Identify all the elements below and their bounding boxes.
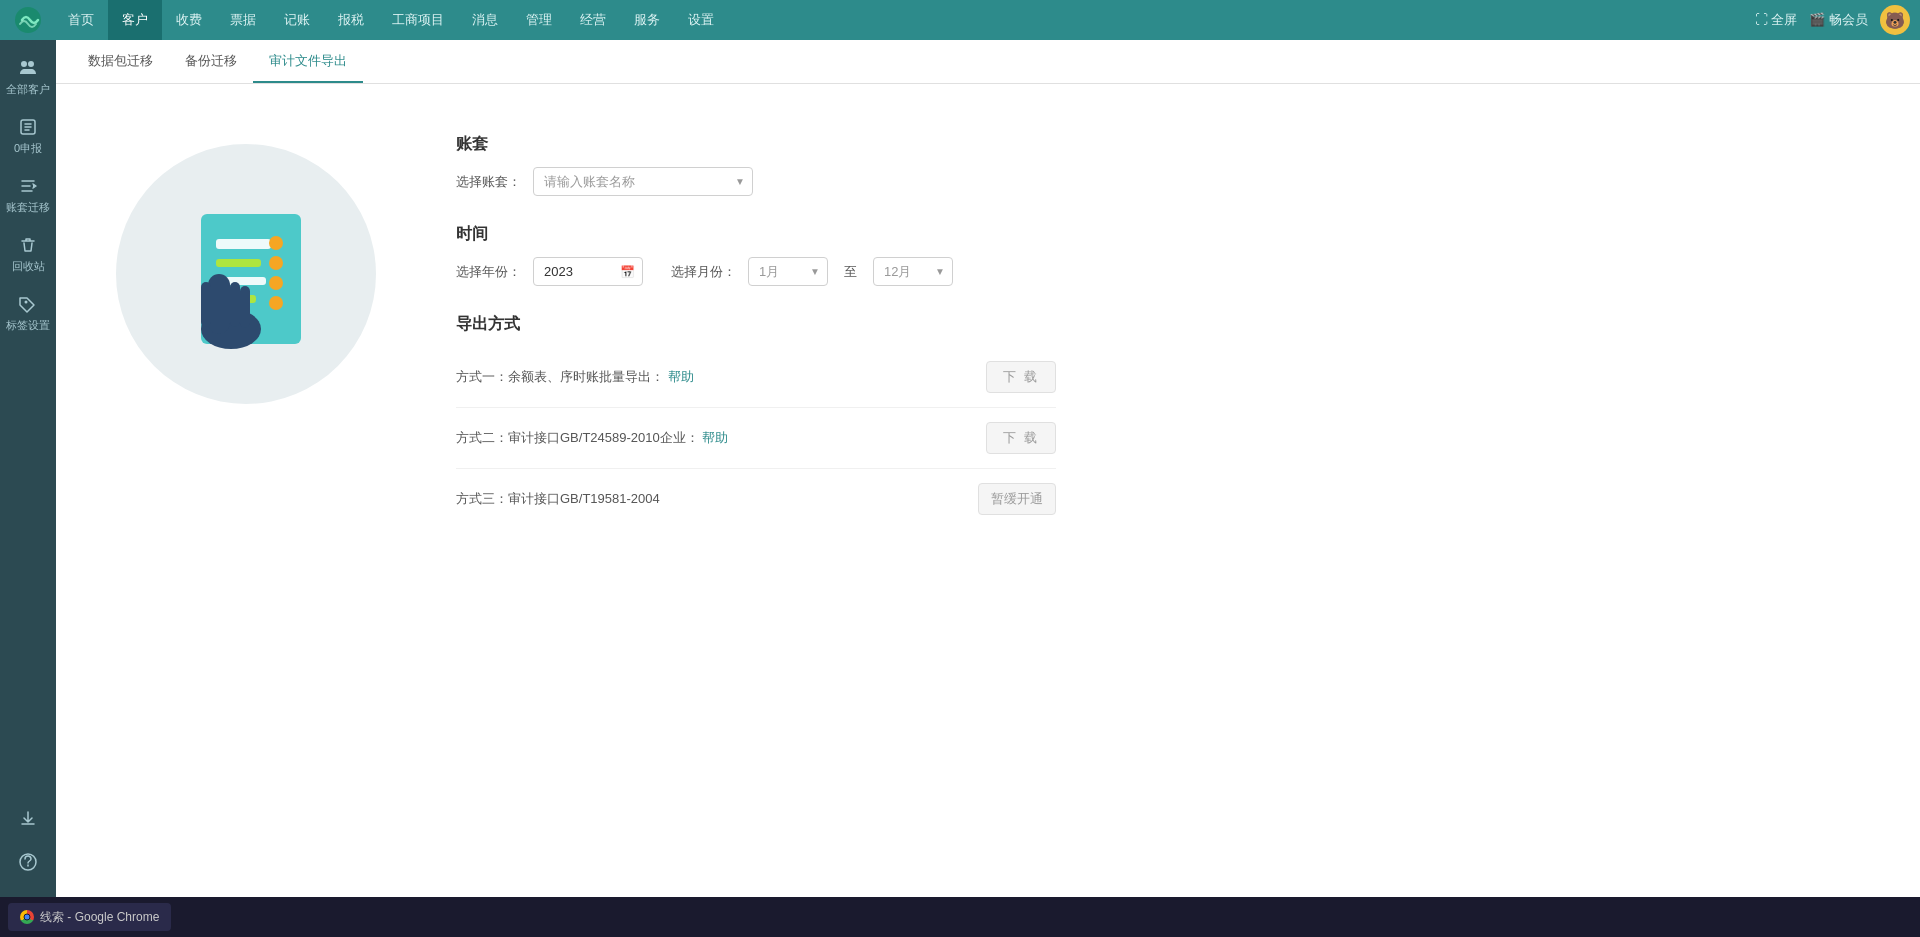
taskbar-chrome-label: 线索 - Google Chrome (40, 909, 159, 926)
avatar[interactable]: 🐻 (1880, 5, 1910, 35)
tab-backup-migrate[interactable]: 备份迁移 (169, 40, 253, 83)
nav-settings[interactable]: 设置 (674, 0, 728, 40)
nav-message[interactable]: 消息 (458, 0, 512, 40)
sidebar-download-icon[interactable] (12, 803, 44, 838)
sidebar-label-all-customers: 全部客户 (6, 82, 50, 97)
form-area: 账套 选择账套： 请输入账套名称 ▼ 时间 (456, 124, 1056, 529)
top-nav-right: ⛶ 全屏 🎬 畅会员 🐻 (1755, 5, 1910, 35)
export-title: 导出方式 (456, 314, 1056, 335)
svg-rect-14 (208, 274, 230, 334)
nav-service[interactable]: 服务 (620, 0, 674, 40)
export-method-1: 方式一：余额表、序时账批量导出： 帮助 下 载 (456, 347, 1056, 408)
account-section: 账套 选择账套： 请输入账套名称 ▼ (456, 134, 1056, 196)
method-2-description: 方式二：审计接口GB/T24589-2010企业： (456, 430, 699, 445)
tab-audit-export[interactable]: 审计文件导出 (253, 40, 363, 83)
taskbar: 线索 - Google Chrome (0, 897, 1920, 937)
nav-tax[interactable]: 报税 (324, 0, 378, 40)
svg-rect-15 (201, 282, 211, 327)
illustration-area (116, 124, 376, 404)
chrome-icon (20, 910, 34, 924)
tab-data-migrate[interactable]: 数据包迁移 (72, 40, 169, 83)
end-month-select[interactable]: 1月2月3月4月 5月6月7月8月 9月10月11月12月 (873, 257, 953, 286)
time-section: 时间 选择年份： 📅 选择月份： 1月2月3月4月 5月6月7月8月 (456, 224, 1056, 286)
sidebar-item-all-customers[interactable]: 全部客户 (0, 48, 56, 107)
account-select-label: 选择账套： (456, 173, 521, 191)
svg-point-2 (25, 301, 28, 304)
main-layout: 全部客户 0申报 账套迁移 回收站 (0, 40, 1920, 897)
method-1-text: 方式一：余额表、序时账批量导出： 帮助 (456, 368, 694, 386)
taskbar-chrome[interactable]: 线索 - Google Chrome (8, 903, 171, 931)
start-month-select[interactable]: 1月2月3月4月 5月6月7月8月 9月10月11月12月 (748, 257, 828, 286)
sidebar-bottom (12, 803, 44, 897)
nav-customer[interactable]: 客户 (108, 0, 162, 40)
sidebar-help-icon[interactable] (12, 846, 44, 881)
sidebar-item-recycle[interactable]: 回收站 (0, 225, 56, 284)
method-3-coming-soon-button: 暂缓开通 (978, 483, 1056, 515)
svg-point-10 (269, 256, 283, 270)
year-input[interactable] (533, 257, 643, 286)
logo (10, 2, 46, 38)
nav-operation[interactable]: 经营 (566, 0, 620, 40)
method-2-help[interactable]: 帮助 (702, 430, 728, 445)
nav-invoice[interactable]: 票据 (216, 0, 270, 40)
svg-point-11 (269, 276, 283, 290)
export-section: 导出方式 方式一：余额表、序时账批量导出： 帮助 下 载 方式二：审计接口GB/… (456, 314, 1056, 529)
time-title: 时间 (456, 224, 1056, 245)
nav-bookkeeping[interactable]: 记账 (270, 0, 324, 40)
content-area: 数据包迁移 备份迁移 审计文件导出 (56, 40, 1920, 897)
end-month-wrapper: 1月2月3月4月 5月6月7月8月 9月10月11月12月 ▼ (873, 257, 953, 286)
sidebar-item-tag-settings[interactable]: 标签设置 (0, 284, 56, 343)
year-label: 选择年份： (456, 263, 521, 281)
method-1-help[interactable]: 帮助 (668, 369, 694, 384)
method-2-text: 方式二：审计接口GB/T24589-2010企业： 帮助 (456, 429, 728, 447)
method-1-description: 方式一：余额表、序时账批量导出： (456, 369, 664, 384)
sidebar-item-zero-report[interactable]: 0申报 (0, 107, 56, 166)
svg-rect-5 (216, 239, 271, 249)
sidebar-label-zero-report: 0申报 (14, 141, 42, 156)
fullscreen-button[interactable]: ⛶ 全屏 (1755, 11, 1798, 29)
method-1-download-button[interactable]: 下 载 (986, 361, 1056, 393)
sidebar-item-account-migrate[interactable]: 账套迁移 (0, 166, 56, 225)
svg-point-12 (269, 296, 283, 310)
svg-rect-17 (240, 286, 250, 328)
month-label: 选择月份： (671, 263, 736, 281)
sidebar-label-recycle: 回收站 (12, 259, 45, 274)
time-row: 选择年份： 📅 选择月份： 1月2月3月4月 5月6月7月8月 9月10月11月… (456, 257, 1056, 286)
year-input-wrapper: 📅 (533, 257, 643, 286)
account-row: 选择账套： 请输入账套名称 ▼ (456, 167, 1056, 196)
method-2-download-button[interactable]: 下 载 (986, 422, 1056, 454)
svg-rect-16 (230, 282, 240, 327)
page-content: 账套 选择账套： 请输入账套名称 ▼ 时间 (56, 84, 1920, 897)
nav-business[interactable]: 工商项目 (378, 0, 458, 40)
svg-rect-6 (216, 259, 261, 267)
method-3-description: 方式三：审计接口GB/T19581-2004 (456, 491, 660, 506)
sidebar-label-account-migrate: 账套迁移 (6, 200, 50, 215)
illustration-circle (116, 144, 376, 404)
sidebar: 全部客户 0申报 账套迁移 回收站 (0, 40, 56, 897)
to-label: 至 (840, 263, 861, 281)
nav-fee[interactable]: 收费 (162, 0, 216, 40)
top-nav: 首页 客户 收费 票据 记账 报税 工商项目 消息 管理 经营 服务 设置 ⛶ … (0, 0, 1920, 40)
account-select[interactable]: 请输入账套名称 (533, 167, 753, 196)
export-method-2: 方式二：审计接口GB/T24589-2010企业： 帮助 下 载 (456, 408, 1056, 469)
nav-items: 首页 客户 收费 票据 记账 报税 工商项目 消息 管理 经营 服务 设置 (54, 0, 1755, 40)
sidebar-label-tag-settings: 标签设置 (6, 318, 50, 333)
svg-point-9 (269, 236, 283, 250)
start-month-wrapper: 1月2月3月4月 5月6月7月8月 9月10月11月12月 ▼ (748, 257, 828, 286)
account-title: 账套 (456, 134, 1056, 155)
member-button[interactable]: 🎬 畅会员 (1809, 11, 1868, 29)
export-method-3: 方式三：审计接口GB/T19581-2004 暂缓开通 (456, 469, 1056, 529)
method-3-text: 方式三：审计接口GB/T19581-2004 (456, 490, 660, 508)
tab-bar: 数据包迁移 备份迁移 审计文件导出 (56, 40, 1920, 84)
nav-home[interactable]: 首页 (54, 0, 108, 40)
nav-manage[interactable]: 管理 (512, 0, 566, 40)
account-select-wrapper: 请输入账套名称 ▼ (533, 167, 753, 196)
